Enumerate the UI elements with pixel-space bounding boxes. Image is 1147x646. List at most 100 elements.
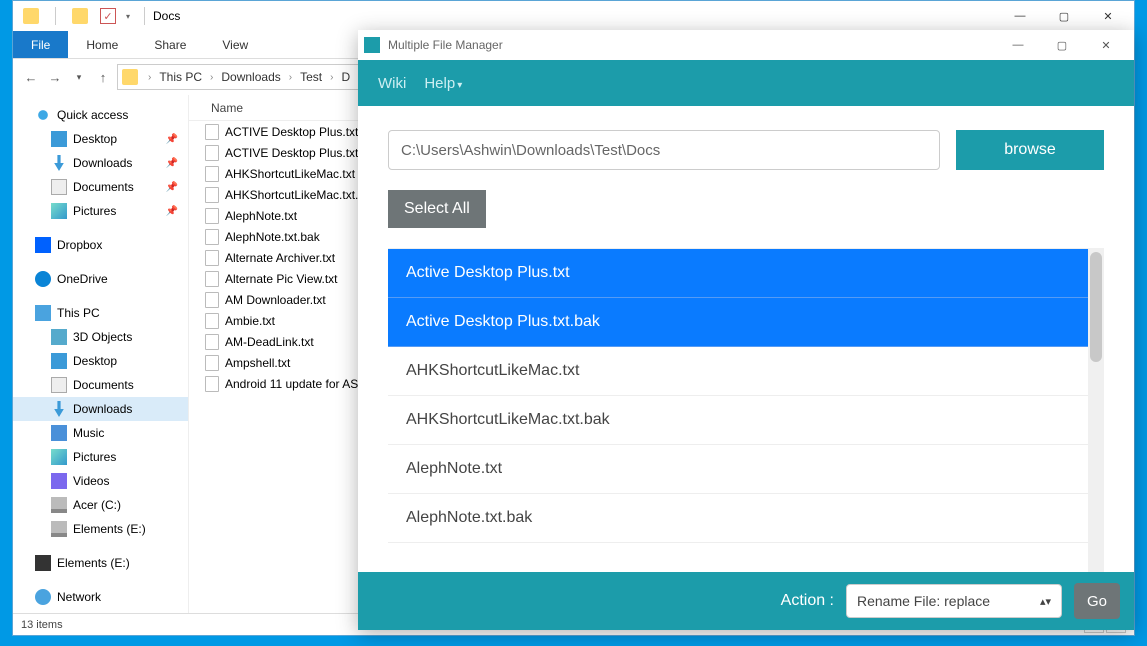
- navigation-tree[interactable]: Quick access Desktop📌 Downloads📌 Documen…: [13, 95, 189, 613]
- pin-icon: 📌: [166, 182, 178, 193]
- pc-icon: [35, 305, 51, 321]
- file-icon: [205, 271, 219, 287]
- action-select[interactable]: Rename File: replace ▴▾: [846, 584, 1062, 618]
- pin-icon: 📌: [166, 134, 178, 145]
- chevron-right-icon[interactable]: ›: [144, 72, 155, 83]
- tree-videos[interactable]: Videos: [13, 469, 188, 493]
- tree-quick-access[interactable]: Quick access: [13, 103, 188, 127]
- objects3d-icon: [51, 329, 67, 345]
- dropbox-icon: [35, 237, 51, 253]
- tree-3d-objects[interactable]: 3D Objects: [13, 325, 188, 349]
- ribbon-share-tab[interactable]: Share: [136, 31, 204, 58]
- file-name: Alternate Archiver.txt: [225, 251, 335, 265]
- network-icon: [35, 589, 51, 605]
- tree-this-pc[interactable]: This PC: [13, 301, 188, 325]
- tree-pictures[interactable]: Pictures📌: [13, 199, 188, 223]
- app-icon: [364, 37, 380, 53]
- tree-desktop2[interactable]: Desktop: [13, 349, 188, 373]
- explorer-titlebar: ✓ ▾ Docs — ▢ ✕: [13, 1, 1134, 31]
- file-icon: [205, 313, 219, 329]
- breadcrumb-segment[interactable]: This PC: [155, 70, 206, 84]
- mfm-list-item[interactable]: AlephNote.txt.bak: [388, 494, 1104, 543]
- tree-downloads[interactable]: Downloads📌: [13, 151, 188, 175]
- qat-dropdown-icon[interactable]: ▾: [126, 12, 130, 21]
- chevron-right-icon[interactable]: ›: [206, 72, 217, 83]
- file-name: Android 11 update for ASU: [225, 377, 367, 391]
- drive-icon: [51, 497, 67, 513]
- tree-dropbox[interactable]: Dropbox: [13, 233, 188, 257]
- scrollbar-thumb[interactable]: [1090, 252, 1102, 362]
- select-all-button[interactable]: Select All: [388, 190, 486, 228]
- back-button[interactable]: ←: [21, 67, 41, 87]
- history-dropdown-icon[interactable]: ▾: [69, 67, 89, 87]
- folder-icon[interactable]: [72, 8, 88, 24]
- drive-icon: [35, 555, 51, 571]
- minimize-button[interactable]: —: [998, 1, 1042, 31]
- browse-button[interactable]: browse: [956, 130, 1104, 170]
- file-name: AM-DeadLink.txt: [225, 335, 314, 349]
- chevron-right-icon[interactable]: ›: [285, 72, 296, 83]
- mfm-list-item[interactable]: AlephNote.txt: [388, 445, 1104, 494]
- ribbon-view-tab[interactable]: View: [204, 31, 266, 58]
- desktop-icon: [51, 131, 67, 147]
- mfm-list-item[interactable]: AHKShortcutLikeMac.txt.bak: [388, 396, 1104, 445]
- tree-network[interactable]: Network: [13, 585, 188, 609]
- ribbon-file-tab[interactable]: File: [13, 31, 68, 58]
- breadcrumb-segment[interactable]: Downloads: [217, 70, 284, 84]
- path-input[interactable]: C:\Users\Ashwin\Downloads\Test\Docs: [388, 130, 940, 170]
- forward-button[interactable]: →: [45, 67, 65, 87]
- up-button[interactable]: ↑: [93, 67, 113, 87]
- tree-documents[interactable]: Documents📌: [13, 175, 188, 199]
- file-icon: [205, 208, 219, 224]
- tree-drive-c[interactable]: Acer (C:): [13, 493, 188, 517]
- file-icon: [205, 187, 219, 203]
- tree-downloads2[interactable]: Downloads: [13, 397, 188, 421]
- downloads-icon: [51, 401, 67, 417]
- tree-desktop[interactable]: Desktop📌: [13, 127, 188, 151]
- mfm-menubar: Wiki Help▾: [358, 60, 1134, 106]
- checkbox-icon[interactable]: ✓: [100, 8, 116, 24]
- maximize-button[interactable]: ▢: [1042, 1, 1086, 31]
- file-icon: [205, 166, 219, 182]
- file-icon: [205, 250, 219, 266]
- pictures-icon: [51, 203, 67, 219]
- scrollbar[interactable]: [1088, 248, 1104, 572]
- tree-pictures2[interactable]: Pictures: [13, 445, 188, 469]
- mfm-titlebar: Multiple File Manager — ▢ ✕: [358, 30, 1134, 60]
- mfm-list-item[interactable]: AHKShortcutLikeMac.txt: [388, 347, 1104, 396]
- file-name: AM Downloader.txt: [225, 293, 326, 307]
- desktop-icon: [51, 353, 67, 369]
- file-name: ACTIVE Desktop Plus.txt.ba: [225, 146, 375, 160]
- quick-access-toolbar: ✓ ▾: [17, 7, 149, 25]
- window-title: Multiple File Manager: [388, 38, 503, 52]
- select-caret-icon: ▴▾: [1040, 595, 1051, 608]
- mfm-list-item[interactable]: Active Desktop Plus.txt.bak: [388, 298, 1104, 347]
- tree-onedrive[interactable]: OneDrive: [13, 267, 188, 291]
- menu-help[interactable]: Help▾: [424, 75, 462, 92]
- maximize-button[interactable]: ▢: [1040, 30, 1084, 60]
- mfm-footer: Action : Rename File: replace ▴▾ Go: [358, 572, 1134, 630]
- file-name: ACTIVE Desktop Plus.txt: [225, 125, 358, 139]
- mfm-file-list[interactable]: Active Desktop Plus.txtActive Desktop Pl…: [388, 248, 1104, 572]
- close-button[interactable]: ✕: [1084, 30, 1128, 60]
- file-name: AlephNote.txt: [225, 209, 297, 223]
- file-icon: [205, 292, 219, 308]
- tree-drive-e[interactable]: Elements (E:): [13, 517, 188, 541]
- close-button[interactable]: ✕: [1086, 1, 1130, 31]
- file-name: Alternate Pic View.txt: [225, 272, 338, 286]
- music-icon: [51, 425, 67, 441]
- tree-documents2[interactable]: Documents: [13, 373, 188, 397]
- address-bar[interactable]: › This PC › Downloads › Test › D: [117, 64, 359, 90]
- chevron-right-icon[interactable]: ›: [326, 72, 337, 83]
- tree-elements-ext[interactable]: Elements (E:): [13, 551, 188, 575]
- tree-music[interactable]: Music: [13, 421, 188, 445]
- breadcrumb-segment[interactable]: D: [337, 70, 354, 84]
- breadcrumb-segment[interactable]: Test: [296, 70, 326, 84]
- file-icon: [205, 229, 219, 245]
- drive-icon: [51, 521, 67, 537]
- mfm-list-item[interactable]: Active Desktop Plus.txt: [388, 249, 1104, 298]
- menu-wiki[interactable]: Wiki: [378, 75, 406, 92]
- minimize-button[interactable]: —: [996, 30, 1040, 60]
- go-button[interactable]: Go: [1074, 583, 1120, 619]
- ribbon-home-tab[interactable]: Home: [68, 31, 136, 58]
